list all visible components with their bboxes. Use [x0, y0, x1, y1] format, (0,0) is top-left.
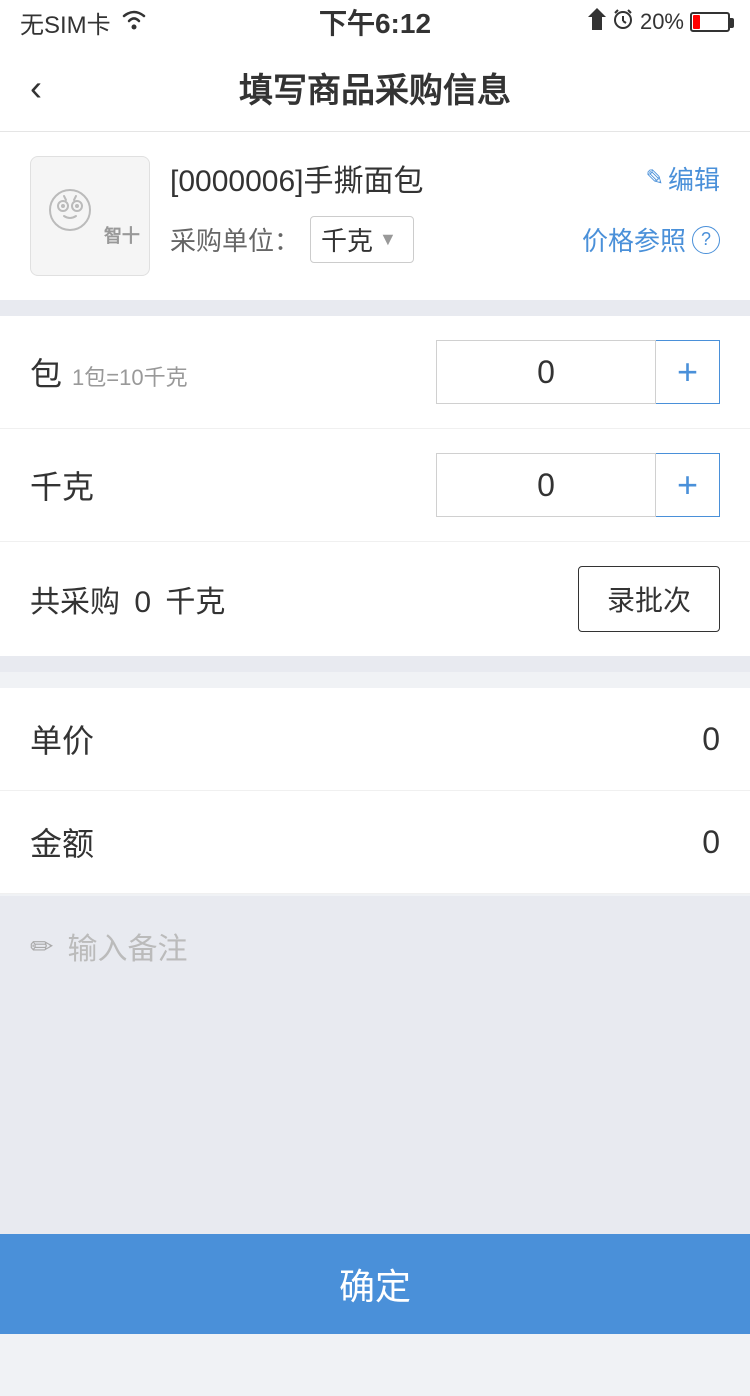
wifi-icon: [119, 8, 149, 37]
bag-input-right: 0 +: [436, 340, 720, 404]
amount-row: 金额 0: [0, 791, 750, 894]
unit-label: 采购单位： 千克 ▼: [170, 216, 414, 263]
unit-price-label: 单价: [30, 716, 94, 762]
bag-quantity-input[interactable]: 0: [436, 340, 656, 404]
bag-input-row: 包 1包=10千克 0 +: [0, 316, 750, 429]
kg-quantity-input[interactable]: 0: [436, 453, 656, 517]
product-name-row: [0000006]手撕面包 ✎ 编辑: [170, 156, 720, 200]
unit-label-text: 采购单位：: [170, 221, 300, 258]
back-button[interactable]: ‹: [30, 67, 42, 109]
nav-bar: ‹ 填写商品采购信息: [0, 44, 750, 132]
battery-icon: [690, 12, 730, 32]
pencil-icon: ✏: [30, 930, 53, 963]
amount-label: 金额: [30, 819, 94, 865]
edit-label: 编辑: [668, 160, 720, 197]
product-card: 智十 [0000006]手撕面包 ✎ 编辑 采购单位： 千克 ▼: [0, 132, 750, 300]
unit-select[interactable]: 千克 ▼: [310, 216, 414, 263]
summary-row: 共采购 0 千克 录批次: [0, 542, 750, 656]
info-icon: ?: [692, 226, 720, 254]
bag-label-text: 包: [30, 349, 62, 395]
summary-quantity: 0: [134, 586, 151, 619]
summary-prefix: 共采购: [30, 586, 120, 619]
price-section: 单价 0 金额 0: [0, 688, 750, 894]
status-right: 20%: [588, 8, 730, 36]
unit-price-value: 0: [702, 721, 720, 758]
alarm-icon: [612, 8, 634, 36]
kg-increment-button[interactable]: +: [656, 453, 720, 517]
product-info: [0000006]手撕面包 ✎ 编辑 采购单位： 千克 ▼ 价格参照 ?: [170, 156, 720, 263]
bag-sublabel: 1包=10千克: [72, 360, 188, 392]
product-name: [0000006]手撕面包: [170, 156, 423, 200]
price-ref-button[interactable]: 价格参照 ?: [582, 221, 720, 258]
edit-icon: ✎: [646, 165, 664, 191]
battery-percent: 20%: [640, 9, 684, 35]
summary-unit: 千克: [165, 586, 225, 619]
batch-button[interactable]: 录批次: [578, 566, 720, 632]
page-title: 填写商品采购信息: [239, 63, 511, 112]
notes-placeholder: 输入备注: [67, 924, 187, 968]
location-icon: [588, 8, 606, 36]
bag-increment-button[interactable]: +: [656, 340, 720, 404]
kg-input-row: 千克 0 +: [0, 429, 750, 542]
input-section: 包 1包=10千克 0 + 千克 0 + 共采购 0 千克: [0, 316, 750, 656]
summary-text: 共采购 0 千克: [30, 577, 225, 621]
kg-input-right: 0 +: [436, 453, 720, 517]
status-bar: 无SIM卡 下午6:12: [0, 0, 750, 44]
status-time: 下午6:12: [319, 2, 431, 42]
chevron-down-icon: ▼: [379, 229, 397, 250]
status-left: 无SIM卡: [20, 5, 149, 40]
section-separator-1: [0, 300, 750, 316]
carrier-text: 无SIM卡: [20, 5, 111, 40]
product-unit-row: 采购单位： 千克 ▼ 价格参照 ?: [170, 216, 720, 263]
unit-value: 千克: [321, 221, 373, 258]
confirm-label: 确定: [339, 1258, 411, 1310]
edit-button[interactable]: ✎ 编辑: [646, 160, 720, 197]
section-separator-2: [0, 656, 750, 672]
unit-price-row: 单价 0: [0, 688, 750, 791]
kg-label-text: 千克: [30, 462, 94, 508]
product-image: 智十: [30, 156, 150, 276]
price-ref-label: 价格参照: [582, 221, 686, 258]
notes-section[interactable]: ✏ 输入备注: [0, 896, 750, 996]
brand-label: 智十: [104, 226, 140, 246]
product-thumbnail: 智十: [40, 182, 140, 249]
amount-value: 0: [702, 824, 720, 861]
confirm-button[interactable]: 确定: [0, 1234, 750, 1334]
owl-symbol: 智十: [40, 182, 140, 249]
kg-label: 千克: [30, 462, 94, 508]
bag-label: 包 1包=10千克: [30, 349, 188, 395]
